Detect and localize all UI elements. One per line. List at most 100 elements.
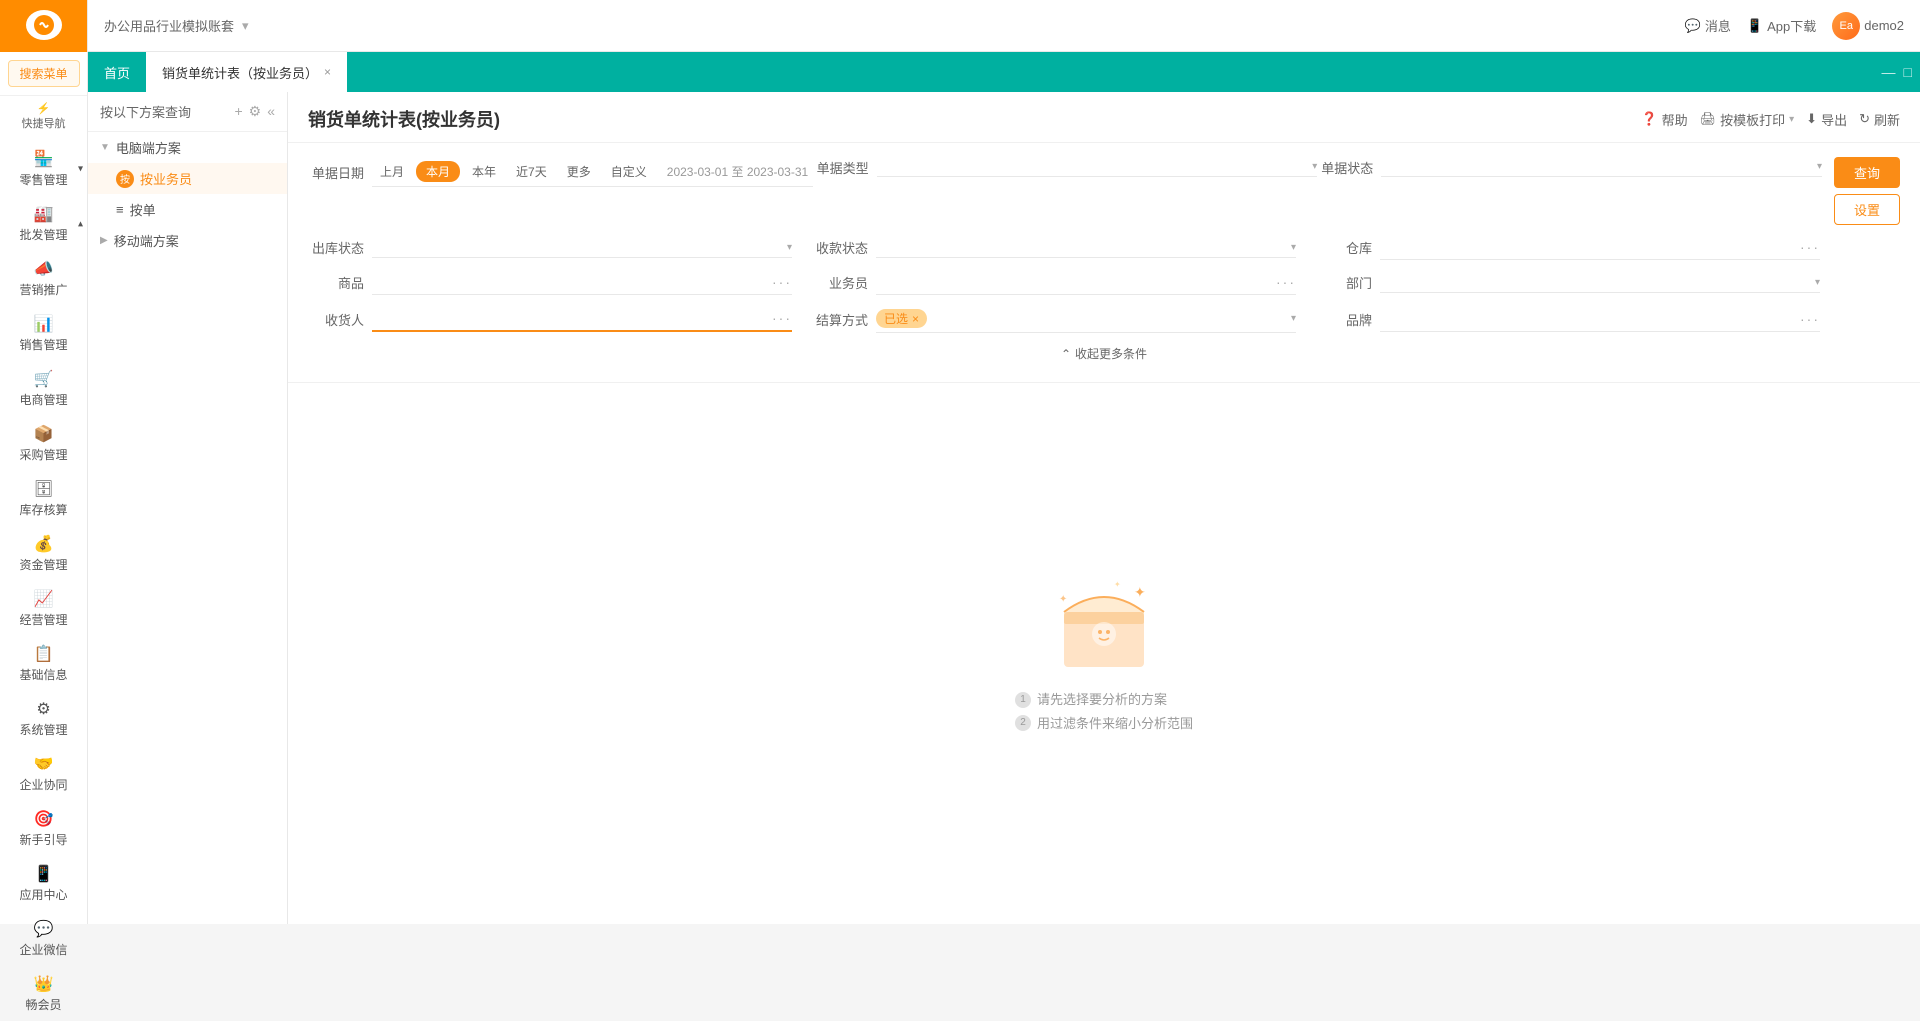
sidebar-item-ecommerce[interactable]: 🛒 电商管理 [0,361,87,416]
pc-tree-arrow: ▼ [100,142,110,153]
sidebar-item-newuser[interactable]: 🎯 新手引导 [0,801,87,856]
newuser-icon: 🎯 [34,809,54,829]
content-area: 按以下方案查询 + ⚙ « ▼ 电脑端方案 按 按业务员 ≡ 按单 [88,92,1920,924]
user-name: demo2 [1864,18,1904,33]
page-title: 销货单统计表(按业务员) [308,106,500,132]
tab-home[interactable]: 首页 [88,52,146,92]
collapse-filters-button[interactable]: ⌃ 收起更多条件 [1061,345,1147,362]
wholesale-icon: 🏭 [34,204,54,224]
help-icon: ❓ [1641,111,1657,127]
topbar-dropdown-icon[interactable]: ▾ [242,18,249,34]
add-scheme-button[interactable]: + [234,103,242,120]
collapse-label: 收起更多条件 [1075,345,1147,362]
tree-item-by-salesman[interactable]: 按 按业务员 [88,163,287,194]
tab-maximize-button[interactable]: □ [1904,64,1912,80]
sidebar-item-inventory-label: 库存核算 [19,501,67,518]
system-icon: ⚙ [36,699,50,719]
export-label: 导出 [1821,110,1847,129]
consignee-control[interactable]: ··· [372,306,792,332]
print-button[interactable]: 🖨 按模板打印 ▾ [1700,110,1795,129]
print-label: 按模板打印 [1720,110,1785,129]
settings-scheme-button[interactable]: ⚙ [249,103,262,120]
sidebar-item-purchase[interactable]: 📦 采购管理 [0,416,87,471]
sidebar-item-appcenter[interactable]: 📱 应用中心 [0,856,87,911]
dept-control[interactable]: ▾ [1380,273,1820,293]
finance-icon: 💰 [34,534,54,554]
sidebar-item-retail[interactable]: 🏪 零售管理 ▾ [0,141,87,196]
sidebar-item-sales-label: 销售管理 [19,336,67,353]
consignee-label: 收货人 [308,310,372,329]
user-avatar: Ea [1832,12,1860,40]
tabbar: 首页 销货单统计表（按业务员） × — □ [88,52,1920,92]
warehouse-control[interactable]: ··· [1380,235,1820,260]
consignee-dots[interactable]: ··· [772,310,792,326]
sidebar-item-wholesale[interactable]: 🏭 批发管理 ▴ [0,196,87,251]
message-button[interactable]: 💬 消息 [1685,16,1731,35]
quick-nav-button[interactable]: ⚡ 快捷导航 [0,96,87,137]
settings-button[interactable]: 设置 [1834,194,1900,225]
left-panel-actions: + ⚙ « [234,103,275,120]
date-custom[interactable]: 自定义 [603,161,655,182]
basic-icon: 📋 [34,644,54,664]
app-download-button[interactable]: 📱 App下载 [1747,16,1816,35]
goods-dots[interactable]: ··· [772,274,792,290]
app-download-label: App下载 [1767,16,1816,35]
left-panel-header: 按以下方案查询 + ⚙ « [88,92,287,132]
retail-icon: 🏪 [34,149,54,169]
tree-item-pc[interactable]: ▼ 电脑端方案 [88,132,287,163]
warehouse-dots[interactable]: ··· [1800,239,1820,255]
sidebar-item-marketing[interactable]: 📣 营销推广 [0,251,87,306]
collapse-panel-button[interactable]: « [267,103,275,120]
tab-close-button[interactable]: × [324,65,331,79]
type-filter-control[interactable]: ▾ [877,157,1318,177]
brand-dots[interactable]: ··· [1800,311,1820,327]
date-last-7days[interactable]: 近7天 [508,161,555,182]
status-filter-control[interactable]: ▾ [1381,157,1822,177]
search-menu-button[interactable]: 搜索菜单 [8,60,80,87]
print-dropdown-icon: ▾ [1789,114,1794,125]
settle-control[interactable]: 已选 × ▾ [876,305,1296,333]
tab-active[interactable]: 销货单统计表（按业务员） × [146,52,347,92]
tree-item-by-order[interactable]: ≡ 按单 [88,194,287,225]
collect-status-dropdown-icon: ▾ [1291,242,1296,253]
date-this-month[interactable]: 本月 [416,161,460,182]
sidebar-item-inventory[interactable]: 🗄 库存核算 [0,471,87,526]
app-logo [0,0,87,52]
brand-control[interactable]: ··· [1380,307,1820,332]
export-button[interactable]: ⬇ 导出 [1806,110,1847,129]
tree-item-mobile[interactable]: ▶ 移动端方案 [88,225,287,256]
svg-text:✦: ✦ [1114,580,1121,589]
sidebar-item-finance[interactable]: 💰 资金管理 [0,526,87,581]
salesman-control[interactable]: ··· [876,270,1296,295]
settle-tag[interactable]: 已选 × [876,309,927,328]
salesman-dots[interactable]: ··· [1276,274,1296,290]
collect-status-control[interactable]: ▾ [876,238,1296,258]
help-button[interactable]: ❓ 帮助 [1641,110,1687,129]
left-panel: 按以下方案查询 + ⚙ « ▼ 电脑端方案 按 按业务员 ≡ 按单 [88,92,288,924]
sidebar-item-wechat[interactable]: 💬 企业微信 [0,911,87,966]
sidebar-item-system-label: 系统管理 [19,721,67,738]
date-more[interactable]: 更多 [559,161,599,182]
sidebar-item-enterprise[interactable]: 🤝 企业协同 [0,746,87,801]
filter-collectstatus-cell: 收款状态 ▾ [812,238,1316,258]
query-button[interactable]: 查询 [1834,157,1900,188]
sidebar-item-system[interactable]: ⚙ 系统管理 [0,691,87,746]
sidebar-item-retail-label: 零售管理 [19,171,67,188]
user-profile[interactable]: Ea demo2 [1832,12,1904,40]
sidebar-item-basic[interactable]: 📋 基础信息 [0,636,87,691]
sidebar-item-sales[interactable]: 📊 销售管理 [0,306,87,361]
tab-minimize-button[interactable]: — [1882,64,1896,80]
date-last-month[interactable]: 上月 [372,161,412,182]
date-this-year[interactable]: 本年 [464,161,504,182]
sidebar-item-member[interactable]: 👑 畅会员 [0,966,87,1021]
sidebar-item-marketing-label: 营销推广 [19,281,67,298]
goods-control[interactable]: ··· [372,270,792,295]
empty-instructions: 1 请先选择要分析的方案 2 用过滤条件来缩小分析范围 [1015,688,1193,735]
search-button-group: 查询 设置 [1834,157,1900,225]
refresh-button[interactable]: ↻ 刷新 [1859,110,1900,129]
sidebar: 搜索菜单 ⚡ 快捷导航 🏪 零售管理 ▾ 🏭 批发管理 ▴ 📣 营销推广 📊 销… [0,0,88,924]
sidebar-item-operations[interactable]: 📈 经营管理 [0,581,87,636]
settle-tag-close[interactable]: × [912,312,919,326]
out-status-control[interactable]: ▾ [372,238,792,258]
out-status-label: 出库状态 [308,238,372,257]
